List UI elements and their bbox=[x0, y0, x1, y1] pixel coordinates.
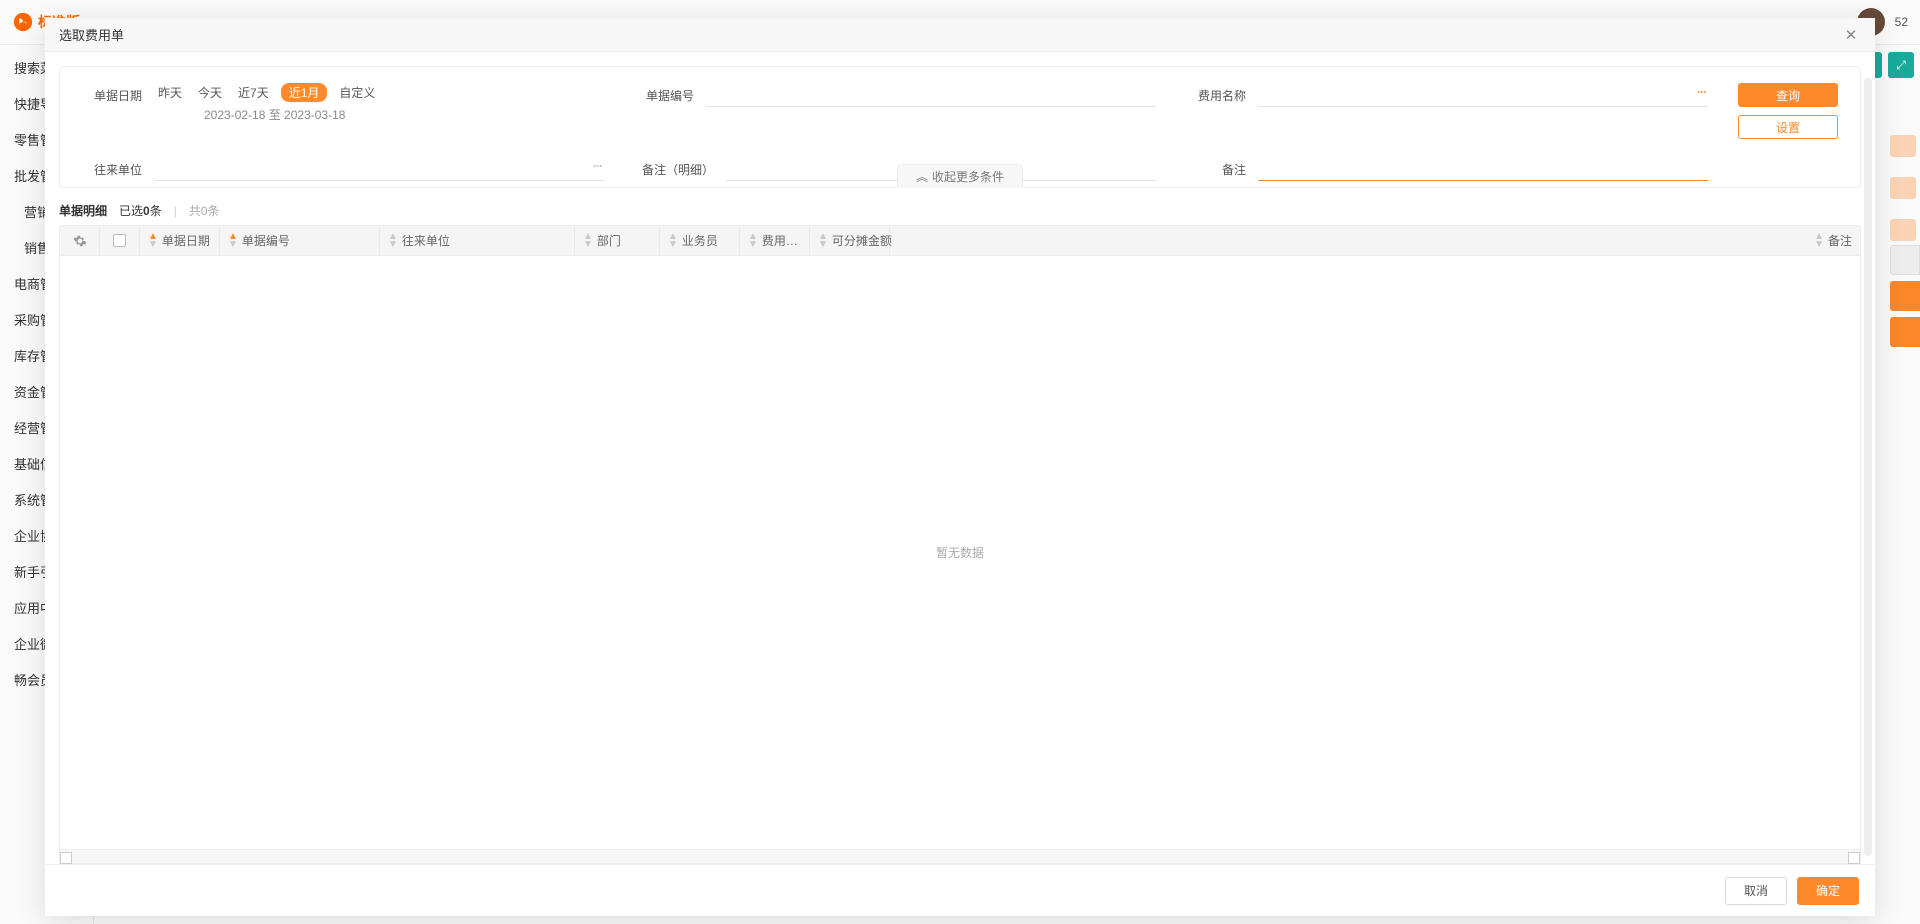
collapse-more-conditions[interactable]: ︽ 收起更多条件 bbox=[897, 164, 1023, 188]
th-contact-unit[interactable]: ▲▼ 往来单位 bbox=[380, 226, 575, 255]
ok-button[interactable]: 确定 bbox=[1797, 877, 1859, 905]
th-dept[interactable]: ▲▼ 部门 bbox=[575, 226, 660, 255]
sort-icon: ▲▼ bbox=[388, 233, 398, 249]
selected-number: 0 bbox=[143, 204, 150, 218]
preset-7days[interactable]: 近7天 bbox=[234, 83, 273, 102]
close-icon[interactable]: ✕ bbox=[1841, 25, 1861, 45]
contact-unit-input[interactable] bbox=[154, 157, 604, 181]
fee-name-more-icon[interactable]: ··· bbox=[1697, 85, 1706, 99]
date-range-text: 2023-02-18 至 2023-03-18 bbox=[154, 106, 604, 123]
doc-no-input[interactable] bbox=[706, 83, 1156, 107]
collapse-label: 收起更多条件 bbox=[932, 168, 1004, 185]
contact-unit-more-icon[interactable]: ··· bbox=[593, 159, 602, 173]
filter-panel: 单据日期 昨天 今天 近7天 近1月 自定义 2023-02-18 至 2023… bbox=[59, 66, 1861, 188]
table-summary: 单据明细 已选0条 | 共0条 bbox=[59, 202, 1861, 219]
label-doc-date: 单据日期 bbox=[82, 83, 142, 104]
total-count: 共0条 bbox=[189, 202, 220, 219]
field-doc-date: 单据日期 昨天 今天 近7天 近1月 自定义 2023-02-18 至 2023… bbox=[82, 83, 604, 123]
label-contact-unit: 往来单位 bbox=[82, 157, 142, 178]
selected-count: 已选0条 bbox=[119, 202, 162, 219]
th-doc-no[interactable]: ▲▼ 单据编号 bbox=[220, 226, 380, 255]
modal-vertical-scrollbar[interactable] bbox=[1864, 78, 1872, 856]
empty-text: 暂无数据 bbox=[936, 544, 984, 561]
label-remark: 备注 bbox=[1186, 157, 1246, 178]
select-fee-modal: 选取费用单 ✕ 单据日期 昨天 今天 近7天 近1月 自定义 bbox=[45, 18, 1875, 916]
field-doc-no: 单据编号 bbox=[634, 83, 1156, 107]
table-section: 单据明细 已选0条 | 共0条 ▲▼ 单据日期 bbox=[59, 202, 1861, 864]
preset-custom[interactable]: 自定义 bbox=[335, 83, 379, 102]
th-doc-date[interactable]: ▲▼ 单据日期 bbox=[140, 226, 220, 255]
sort-icon: ▲▼ bbox=[1814, 233, 1824, 249]
sort-icon: ▲▼ bbox=[148, 233, 158, 249]
label-remark-detail: 备注（明细） bbox=[634, 157, 714, 178]
select-all-checkbox[interactable] bbox=[100, 226, 140, 255]
data-table: ▲▼ 单据日期 ▲▼ 单据编号 ▲▼ 往来单位 ▲▼ 部门 bbox=[59, 225, 1861, 864]
selected-prefix: 已选 bbox=[119, 204, 143, 218]
date-presets: 昨天 今天 近7天 近1月 自定义 bbox=[154, 83, 604, 102]
preset-1month[interactable]: 近1月 bbox=[281, 83, 328, 102]
table-header: ▲▼ 单据日期 ▲▼ 单据编号 ▲▼ 往来单位 ▲▼ 部门 bbox=[60, 226, 1860, 256]
sort-icon: ▲▼ bbox=[228, 233, 238, 249]
modal-footer: 取消 确定 bbox=[45, 864, 1875, 916]
column-settings-icon[interactable] bbox=[60, 226, 100, 255]
filter-actions: 查询 设置 bbox=[1738, 83, 1838, 139]
th-amount[interactable]: ▲▼ 可分摊金额 bbox=[810, 226, 890, 255]
query-button[interactable]: 查询 bbox=[1738, 83, 1838, 107]
gear-icon bbox=[73, 234, 87, 248]
table-section-title: 单据明细 bbox=[59, 202, 107, 219]
field-fee-name: 费用名称 ··· bbox=[1186, 83, 1708, 107]
field-remark-detail: 备注（明细） bbox=[634, 157, 1156, 181]
sort-icon: ▲▼ bbox=[818, 233, 828, 249]
chevron-up-icon: ︽ bbox=[916, 168, 928, 185]
label-fee-name: 费用名称 bbox=[1186, 83, 1246, 104]
modal-title: 选取费用单 bbox=[59, 25, 124, 44]
preset-yesterday[interactable]: 昨天 bbox=[154, 83, 186, 102]
sort-icon: ▲▼ bbox=[583, 233, 593, 249]
field-contact-unit: 往来单位 ··· bbox=[82, 157, 604, 181]
cancel-button[interactable]: 取消 bbox=[1725, 877, 1787, 905]
table-body-empty: 暂无数据 bbox=[60, 256, 1860, 849]
field-remark: 备注 bbox=[1186, 157, 1708, 181]
selected-suffix: 条 bbox=[150, 204, 162, 218]
sort-icon: ▲▼ bbox=[748, 233, 758, 249]
sort-icon: ▲▼ bbox=[668, 233, 678, 249]
label-doc-no: 单据编号 bbox=[634, 83, 694, 104]
remark-input[interactable] bbox=[1258, 157, 1708, 181]
th-fee[interactable]: ▲▼ 费用… bbox=[740, 226, 810, 255]
table-horizontal-scrollbar[interactable] bbox=[60, 849, 1860, 863]
modal-header: 选取费用单 ✕ bbox=[45, 18, 1875, 52]
preset-today[interactable]: 今天 bbox=[194, 83, 226, 102]
th-operator[interactable]: ▲▼ 业务员 bbox=[660, 226, 740, 255]
th-remark[interactable]: ▲▼ 备注 bbox=[890, 226, 1860, 255]
modal-body: 单据日期 昨天 今天 近7天 近1月 自定义 2023-02-18 至 2023… bbox=[45, 52, 1875, 864]
settings-button[interactable]: 设置 bbox=[1738, 115, 1838, 139]
fee-name-input[interactable] bbox=[1258, 83, 1708, 107]
